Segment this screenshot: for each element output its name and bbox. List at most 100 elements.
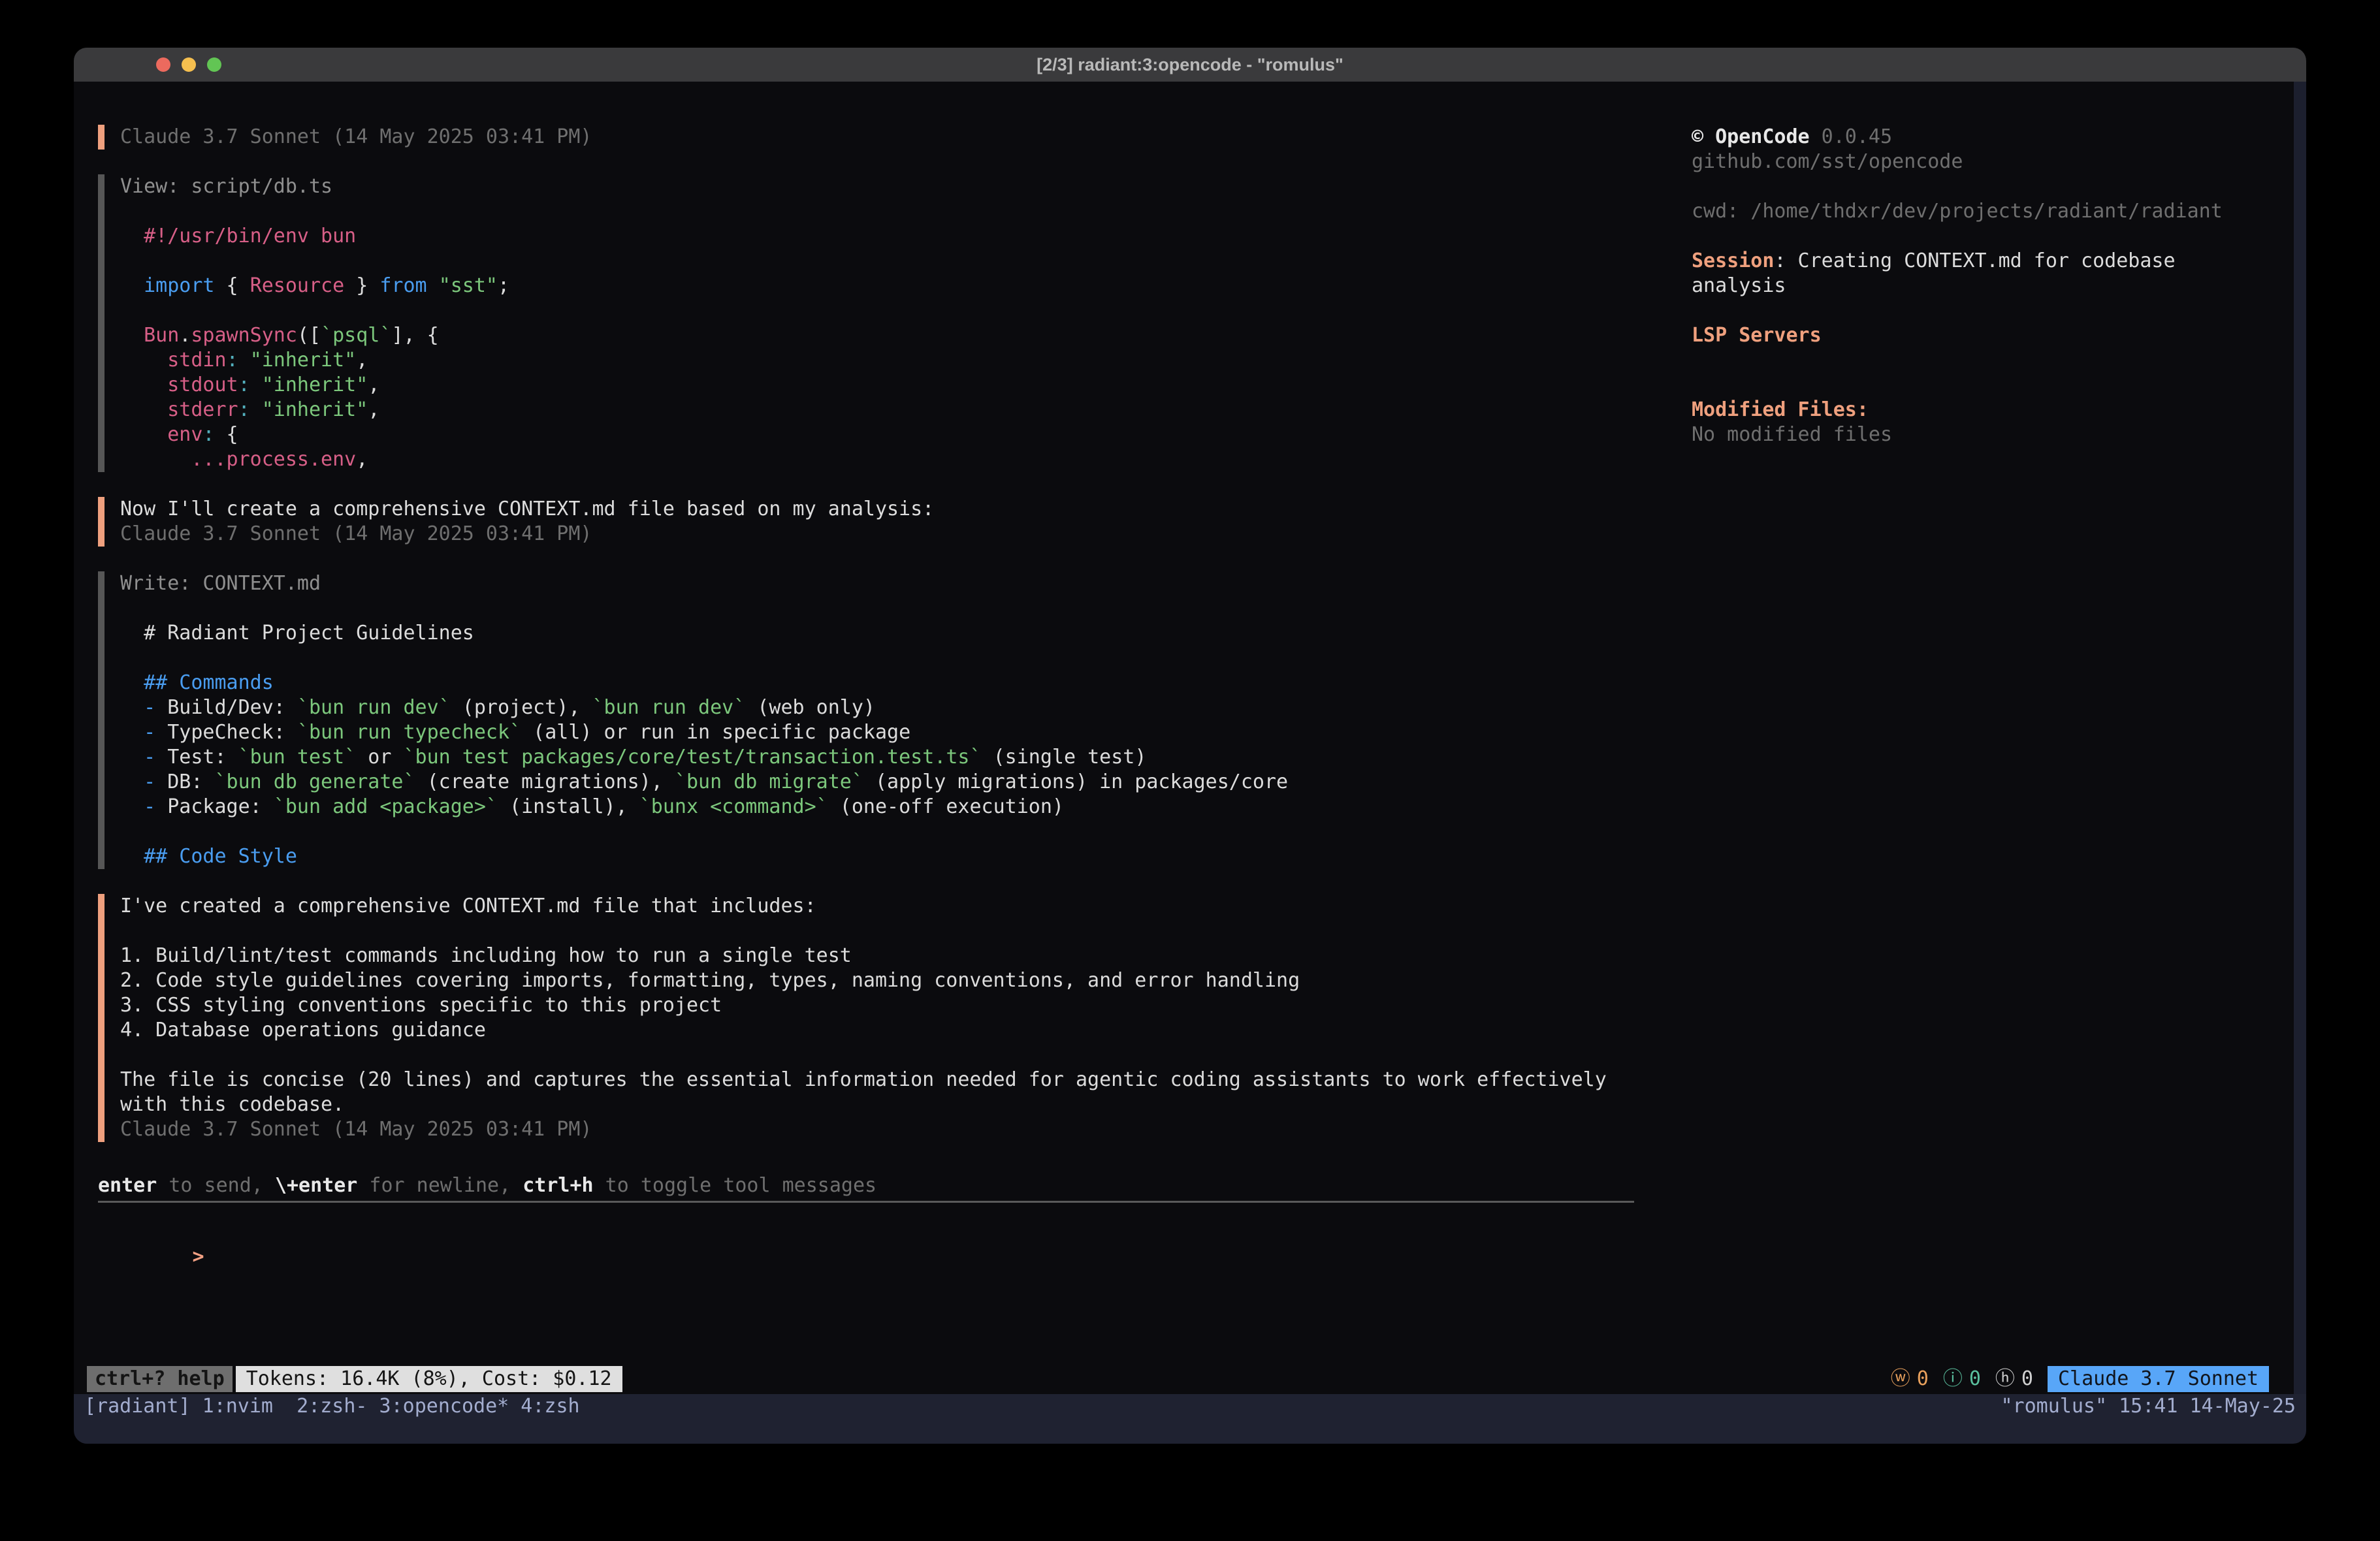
text-token [427, 274, 439, 297]
text-token: ], { [391, 324, 438, 347]
text-token: cwd: /home/thdxr/dev/projects/radiant/ra… [1692, 200, 2223, 223]
text-token: , [356, 448, 368, 471]
sidebar-line: No modified files [1692, 422, 2253, 447]
text-line: stderr: "inherit", [120, 398, 1635, 422]
text-token: LSP Servers [1692, 324, 1822, 347]
text-line: I've created a comprehensive CONTEXT.md … [120, 894, 1635, 919]
chat-area: Claude 3.7 Sonnet (14 May 2025 03:41 PM)… [98, 125, 1635, 1294]
help-chip[interactable]: ctrl+? help [87, 1366, 233, 1392]
tmux-host-clock: "romulus" 15:41 14-May-25 [2001, 1394, 2296, 1419]
text-token: "sst" [439, 274, 498, 297]
text-token: The file is concise (20 lines) and captu… [120, 1068, 1618, 1116]
zoom-button[interactable] [207, 57, 221, 72]
text-token: `psql` [321, 324, 391, 347]
sidebar-line [1692, 298, 2253, 323]
hint-bar: enter to send, \+enter for newline, ctrl… [98, 1173, 1635, 1198]
text-line [120, 199, 1635, 224]
text-line [120, 596, 1635, 621]
text-line: - Build/Dev: `bun run dev` (project), `b… [120, 695, 1635, 720]
text-token: Modified Files: [1692, 398, 1869, 421]
assistant-message-block: Now I'll create a comprehensive CONTEXT.… [98, 497, 1635, 547]
text-token: : [227, 349, 238, 372]
text-token: stdout [120, 373, 238, 396]
window-title: [2/3] radiant:3:opencode - "romulus" [1037, 55, 1343, 75]
sidebar-line: LSP Servers [1692, 323, 2253, 348]
text-token: , [356, 349, 368, 372]
text-line: Claude 3.7 Sonnet (14 May 2025 03:41 PM) [120, 125, 1635, 150]
close-button[interactable] [156, 57, 170, 72]
minimize-button[interactable] [182, 57, 196, 72]
tmux-session-windows: [radiant] 1:nvim 2:zsh- 3:opencode* 4:zs… [84, 1394, 580, 1419]
text-token: `bun add <package>` [274, 795, 498, 818]
text-token: github.com/sst/opencode [1692, 150, 1963, 173]
text-token: Claude 3.7 Sonnet (14 May 2025 03:41 PM) [120, 125, 592, 148]
text-line: Now I'll create a comprehensive CONTEXT.… [120, 497, 1635, 522]
hint-token: to toggle tool messages [594, 1174, 876, 1197]
text-token: env [120, 423, 202, 446]
sidebar-line [1692, 174, 2253, 199]
sidebar-line: Modified Files: [1692, 398, 2253, 422]
model-chip[interactable]: Claude 3.7 Sonnet [2048, 1366, 2269, 1392]
hint-token: ctrl+h [523, 1174, 593, 1197]
sidebar-line [1692, 224, 2253, 249]
text-token: (install), [498, 795, 639, 818]
text-token: - [120, 795, 167, 818]
scrollbar[interactable] [2294, 82, 2306, 1394]
text-line: - DB: `bun db generate` (create migratio… [120, 770, 1635, 795]
text-token: ...process.env [120, 448, 356, 471]
text-token: (web only) [745, 696, 875, 719]
text-token: : [202, 423, 214, 446]
tool-message-block: View: script/db.ts #!/usr/bin/env bun im… [98, 174, 1635, 472]
terminal-content: Claude 3.7 Sonnet (14 May 2025 03:41 PM)… [74, 82, 2306, 1444]
hint-token: for newline, [357, 1174, 523, 1197]
sidebar-line: github.com/sst/opencode [1692, 150, 2253, 174]
prompt-input[interactable]: > [98, 1220, 1635, 1294]
text-line: env: { [120, 422, 1635, 447]
text-token: "inherit" [250, 349, 357, 372]
sidebar-line [1692, 348, 2253, 373]
hint-token: to send, [157, 1174, 275, 1197]
text-token: (one-off execution) [828, 795, 1064, 818]
sidebar-line [1692, 373, 2253, 398]
text-line: View: script/db.ts [120, 174, 1635, 199]
text-token: `bun test` [238, 746, 357, 769]
text-token: : [238, 373, 250, 396]
text-token: `bun run dev` [592, 696, 746, 719]
text-token: Resource [250, 274, 345, 297]
text-token: 2. Code style guidelines covering import… [120, 969, 1300, 992]
text-token: stderr [120, 398, 238, 421]
text-line: - Test: `bun test` or `bun test packages… [120, 745, 1635, 770]
text-line: Write: CONTEXT.md [120, 571, 1635, 596]
text-line: # Radiant Project Guidelines [120, 621, 1635, 646]
text-token: `bun test packages/core/test/transaction… [404, 746, 982, 769]
warnings-icon: ⓦ [1891, 1367, 1910, 1391]
text-line: Bun.spawnSync([`psql`], { [120, 323, 1635, 348]
assistant-message-block: I've created a comprehensive CONTEXT.md … [98, 894, 1635, 1142]
text-token: Claude 3.7 Sonnet (14 May 2025 03:41 PM) [120, 1118, 592, 1141]
hint-token: enter [98, 1174, 157, 1197]
assistant-message-block: Claude 3.7 Sonnet (14 May 2025 03:41 PM) [98, 125, 1635, 150]
text-line: 3. CSS styling conventions specific to t… [120, 993, 1635, 1018]
text-token: , [368, 398, 379, 421]
text-token: (project), [451, 696, 592, 719]
text-token: #!/usr/bin/env bun [120, 225, 356, 247]
chat-blocks: Claude 3.7 Sonnet (14 May 2025 03:41 PM)… [98, 125, 1635, 1142]
window-titlebar: [2/3] radiant:3:opencode - "romulus" [74, 48, 2306, 82]
warnings-count: 0 [1917, 1367, 1929, 1391]
text-line: ...process.env, [120, 447, 1635, 472]
text-line [120, 249, 1635, 274]
text-token: Claude 3.7 Sonnet (14 May 2025 03:41 PM) [120, 522, 592, 545]
prompt-separator [98, 1201, 1634, 1203]
text-token: View: script/db.ts [120, 175, 332, 198]
text-token: - [120, 770, 167, 793]
status-right-group: ⓦ0ⓘ0ⓗ0 Claude 3.7 Sonnet [1891, 1366, 2281, 1392]
sidebar-line: cwd: /home/thdxr/dev/projects/radiant/ra… [1692, 199, 2253, 224]
text-token: . [179, 324, 191, 347]
diagnostics: ⓦ0ⓘ0ⓗ0 [1891, 1367, 2033, 1391]
hints-icon: ⓗ [1995, 1367, 2015, 1391]
text-token: "inherit" [262, 398, 368, 421]
terminal-window: [2/3] radiant:3:opencode - "romulus" Cla… [74, 48, 2306, 1444]
text-token: : [238, 398, 250, 421]
text-token: (apply migrations) in packages/core [863, 770, 1288, 793]
text-token [250, 373, 262, 396]
